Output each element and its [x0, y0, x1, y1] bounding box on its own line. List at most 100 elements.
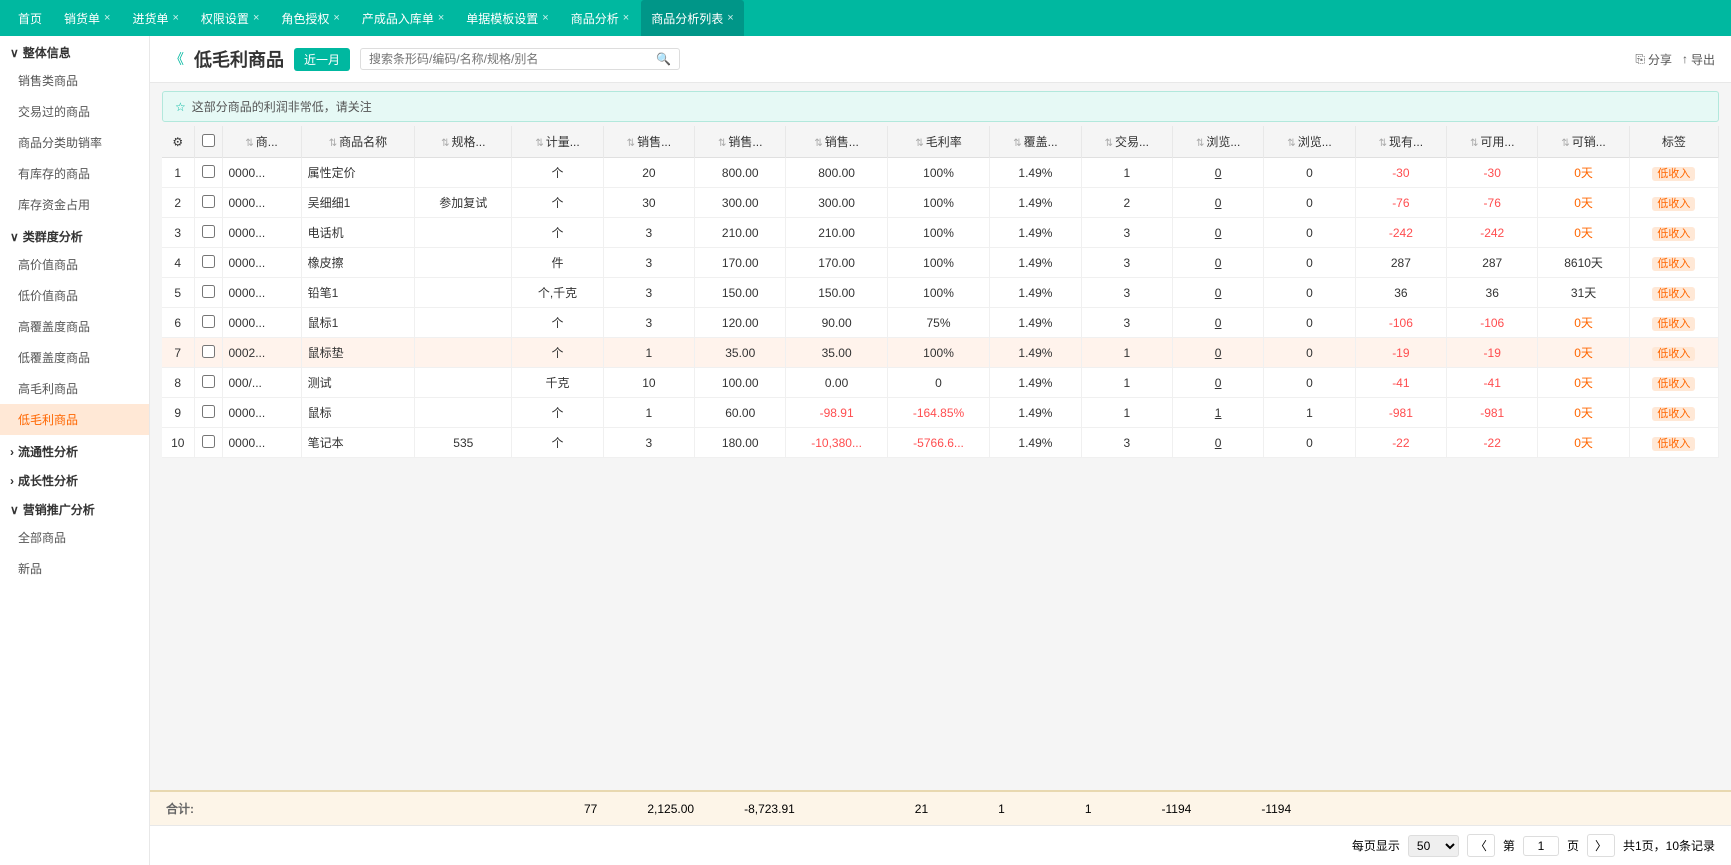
row-checkbox[interactable] [194, 338, 222, 368]
row-checkbox[interactable] [194, 368, 222, 398]
sidebar-item-high-coverage[interactable]: 高覆盖度商品 [0, 311, 149, 342]
sidebar-item-all-products[interactable]: 全部商品 [0, 522, 149, 553]
row-name[interactable]: 电话机 [301, 218, 415, 248]
row-name[interactable]: 笔记本 [301, 428, 415, 458]
nav-item-purchase[interactable]: 进货单 × [122, 0, 188, 36]
row-name[interactable]: 鼠标 [301, 398, 415, 428]
row-sale-amount: 800.00 [786, 158, 887, 188]
row-checkbox[interactable] [194, 158, 222, 188]
share-btn[interactable]: ⎘ 分享 [1635, 51, 1672, 68]
sidebar-group-growth[interactable]: › 成长性分析 [0, 464, 149, 493]
row-browse1[interactable]: 0 [1172, 308, 1263, 338]
nav-close-template[interactable]: × [542, 12, 548, 24]
row-transaction: 3 [1081, 248, 1172, 278]
per-page-select[interactable]: 50 100 200 [1408, 835, 1459, 857]
search-input[interactable] [369, 52, 652, 66]
row-tag: 低收入 [1629, 248, 1718, 278]
row-browse1[interactable]: 0 [1172, 188, 1263, 218]
sidebar-item-category-rate[interactable]: 商品分类助销率 [0, 127, 149, 158]
alert-icon: ☆ [175, 100, 186, 114]
row-name[interactable]: 测试 [301, 368, 415, 398]
nav-item-product-entry[interactable]: 产成品入库单 × [352, 0, 454, 36]
row-checkbox[interactable] [194, 278, 222, 308]
row-checkbox[interactable] [194, 188, 222, 218]
pagination-bar: 每页显示 50 100 200 〈 第 页 〉 共1页，10条记录 [150, 825, 1731, 865]
nav-close-permission[interactable]: × [253, 12, 259, 24]
row-browse1[interactable]: 0 [1172, 338, 1263, 368]
row-browse1[interactable]: 0 [1172, 248, 1263, 278]
row-browse1[interactable]: 0 [1172, 428, 1263, 458]
select-all-checkbox[interactable] [202, 134, 215, 147]
nav-item-analysis-list[interactable]: 商品分析列表 × [641, 0, 743, 36]
sidebar-item-capital[interactable]: 库存资金占用 [0, 189, 149, 220]
row-index: 8 [162, 368, 194, 398]
row-browse1[interactable]: 0 [1172, 368, 1263, 398]
nav-close-purchase[interactable]: × [172, 12, 178, 24]
row-browse2: 0 [1264, 218, 1355, 248]
nav-item-analysis[interactable]: 商品分析 × [561, 0, 639, 36]
nav-close-analysis-list[interactable]: × [727, 12, 733, 24]
row-name[interactable]: 属性定价 [301, 158, 415, 188]
row-checkbox[interactable] [194, 308, 222, 338]
row-code: 0000... [222, 428, 301, 458]
sidebar-group-segment[interactable]: ∨ 类群度分析 [0, 220, 149, 249]
col-transaction: ⇅交易... [1081, 126, 1172, 158]
row-name[interactable]: 吴细细1 [301, 188, 415, 218]
sidebar-item-high-margin[interactable]: 高毛利商品 [0, 373, 149, 404]
row-gross-margin: 75% [887, 308, 989, 338]
row-available: -76 [1447, 188, 1538, 218]
nav-item-permission[interactable]: 权限设置 × [191, 0, 269, 36]
search-icon[interactable]: 🔍 [656, 52, 671, 66]
row-checkbox[interactable] [194, 218, 222, 248]
row-checkbox[interactable] [194, 428, 222, 458]
sidebar-collapse-btn[interactable]: 《 [170, 49, 184, 69]
row-name[interactable]: 铅笔1 [301, 278, 415, 308]
nav-item-home[interactable]: 首页 [8, 0, 52, 36]
row-name[interactable]: 鼠标垫 [301, 338, 415, 368]
row-checkbox[interactable] [194, 398, 222, 428]
nav-close-product-entry[interactable]: × [438, 12, 444, 24]
row-browse1[interactable]: 1 [1172, 398, 1263, 428]
row-code: 000/... [222, 368, 301, 398]
nav-item-sales[interactable]: 销货单 × [54, 0, 120, 36]
row-browse1[interactable]: 0 [1172, 158, 1263, 188]
row-name[interactable]: 鼠标1 [301, 308, 415, 338]
row-browse1[interactable]: 0 [1172, 218, 1263, 248]
row-current-stock: -981 [1355, 398, 1446, 428]
sidebar-item-low-coverage[interactable]: 低覆盖度商品 [0, 342, 149, 373]
nav-close-analysis[interactable]: × [623, 12, 629, 24]
col-settings[interactable]: ⚙ [162, 126, 194, 158]
sidebar-group-circulation[interactable]: › 流通性分析 [0, 435, 149, 464]
chevron-right-icon-2: › [10, 474, 14, 488]
nav-close-role[interactable]: × [333, 12, 339, 24]
col-checkbox[interactable] [194, 126, 222, 158]
row-checkbox[interactable] [194, 248, 222, 278]
row-browse1[interactable]: 0 [1172, 278, 1263, 308]
col-sale-qty: ⇅销售... [603, 126, 694, 158]
nav-close-sales[interactable]: × [104, 12, 110, 24]
row-tag: 低收入 [1629, 398, 1718, 428]
row-coverage: 1.49% [990, 188, 1081, 218]
nav-item-template[interactable]: 单据模板设置 × [456, 0, 558, 36]
sidebar-item-high-value[interactable]: 高价值商品 [0, 249, 149, 280]
row-sale-qty: 3 [603, 278, 694, 308]
sidebar-item-stock-products[interactable]: 有库存的商品 [0, 158, 149, 189]
sidebar-item-low-value[interactable]: 低价值商品 [0, 280, 149, 311]
sidebar-group-overall[interactable]: ∨ 整体信息 [0, 36, 149, 65]
row-current-stock: -41 [1355, 368, 1446, 398]
export-btn[interactable]: ↑ 导出 [1682, 51, 1715, 68]
row-name[interactable]: 橡皮擦 [301, 248, 415, 278]
page-number-input[interactable] [1523, 836, 1559, 856]
nav-item-role[interactable]: 角色授权 × [271, 0, 349, 36]
pagination-prev-btn[interactable]: 〈 [1467, 834, 1495, 857]
sidebar-item-sales-products[interactable]: 销售类商品 [0, 65, 149, 96]
filter-recent-month-btn[interactable]: 近一月 [294, 48, 350, 71]
sidebar-item-traded[interactable]: 交易过的商品 [0, 96, 149, 127]
sidebar-group-marketing[interactable]: ∨ 营销推广分析 [0, 493, 149, 522]
footer-sale-amount: -8,723.91 [744, 802, 795, 816]
sidebar-item-low-margin[interactable]: 低毛利商品 [0, 404, 149, 435]
pagination-next-btn[interactable]: 〉 [1587, 834, 1615, 857]
sidebar-item-new-products[interactable]: 新品 [0, 553, 149, 584]
row-transaction: 3 [1081, 308, 1172, 338]
row-coverage: 1.49% [990, 368, 1081, 398]
